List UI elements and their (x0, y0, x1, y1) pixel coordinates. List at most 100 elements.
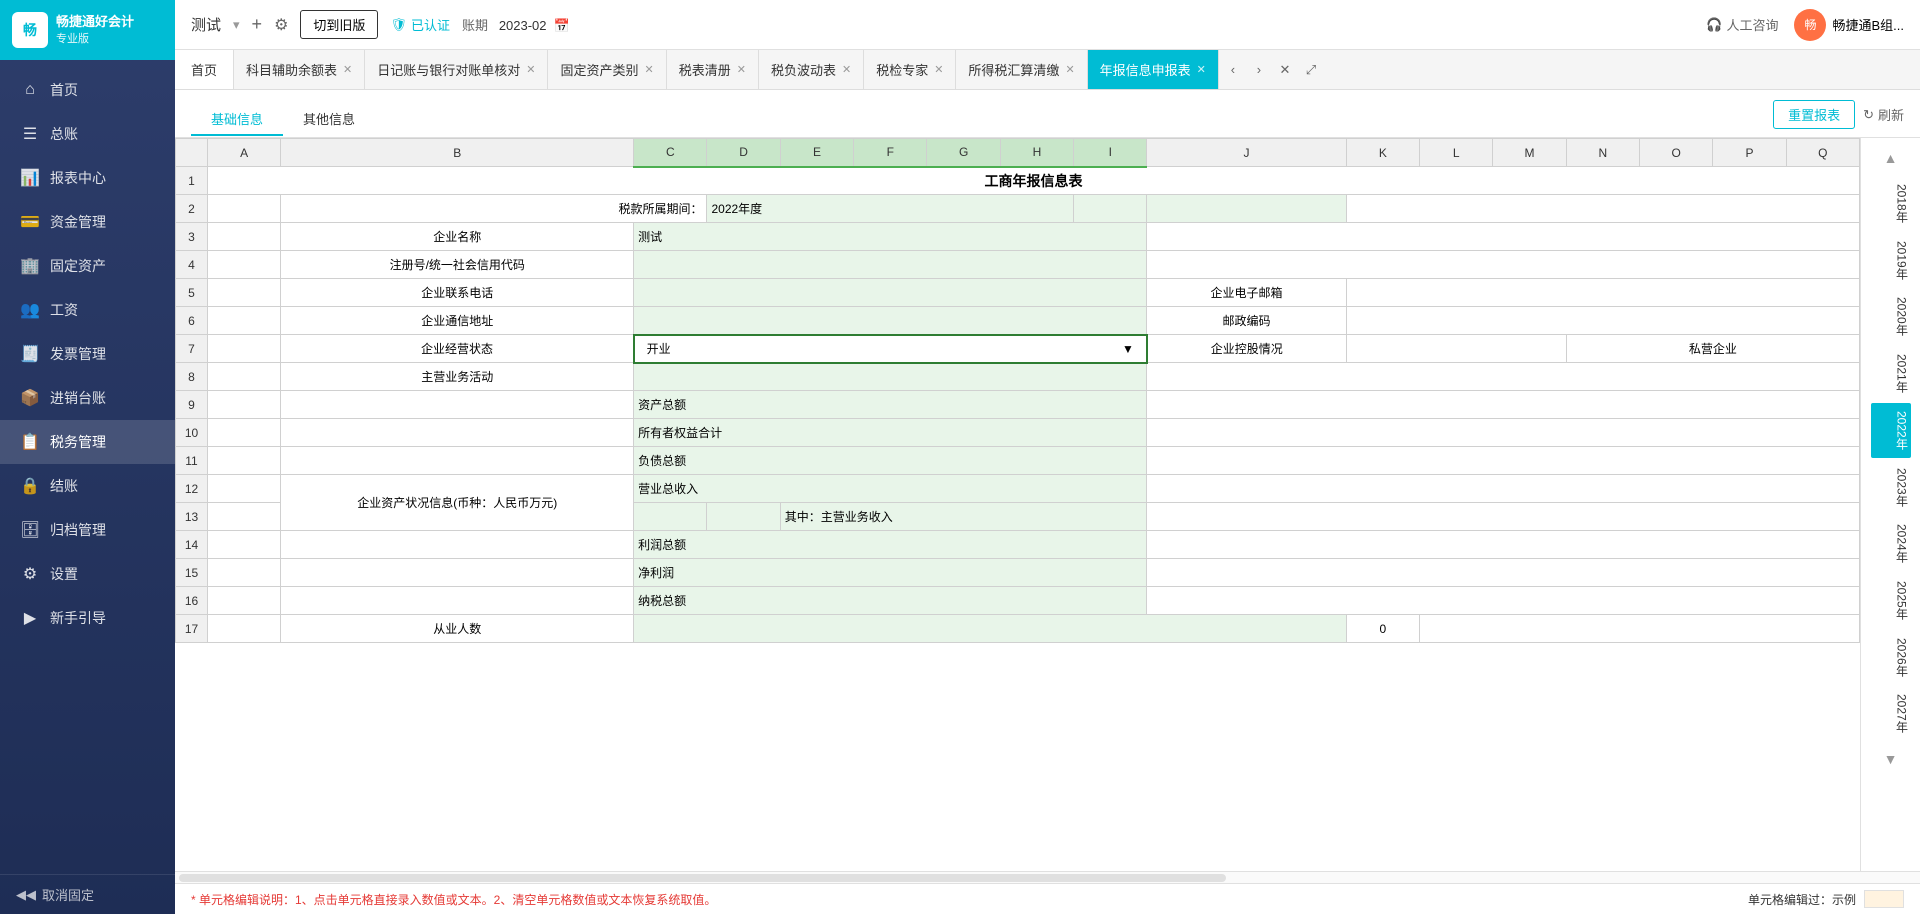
cell-17-C[interactable] (634, 615, 1347, 643)
cell-7-B: 企业经营状态 (281, 335, 634, 363)
subtab-other[interactable]: 其他信息 (283, 103, 375, 136)
year-item-2024年[interactable]: 2024年 (1871, 516, 1911, 571)
sidebar-item-new-guide[interactable]: ▶新手引导 (0, 596, 175, 640)
tab-label: 科目辅助余额表 (246, 60, 337, 79)
cell-7-J: 企业控股情况 (1147, 335, 1346, 363)
subtab-basic[interactable]: 基础信息 (191, 103, 283, 136)
sidebar-item-purchase-sales[interactable]: 📦进销台账 (0, 376, 175, 420)
tab-income-tax[interactable]: 所得税汇算清缴✕ (956, 50, 1087, 89)
cell-12-J[interactable] (1147, 475, 1860, 503)
cell-5-K[interactable] (1346, 279, 1859, 307)
horizontal-scroll[interactable] (175, 871, 1920, 883)
settings-icon[interactable]: ⚙ (274, 15, 288, 35)
workspace-chevron-icon[interactable]: ▾ (233, 17, 240, 33)
sidebar-item-archive[interactable]: 🗄归档管理 (0, 508, 175, 552)
cell-7-K[interactable] (1346, 335, 1566, 363)
cell-9-C[interactable]: 资产总额 (634, 391, 1147, 419)
sidebar-item-report-center[interactable]: 📊报表中心 (0, 156, 175, 200)
year-item-2018年[interactable]: 2018年 (1871, 176, 1911, 231)
tab-close-all-button[interactable]: ✕ (1273, 58, 1297, 82)
tab-label: 税负波动表 (771, 60, 836, 79)
year-item-2020年[interactable]: 2020年 (1871, 289, 1911, 344)
tab-expand-button[interactable]: ⤢ (1299, 58, 1323, 82)
user-menu[interactable]: 畅 畅捷通B组... (1794, 9, 1904, 41)
tab-fixed-assets-type[interactable]: 固定资产类别✕ (548, 50, 666, 89)
sidebar-unpin-button[interactable]: ◀◀ 取消固定 (0, 874, 175, 914)
cell-11-J[interactable] (1147, 447, 1860, 475)
year-up-button[interactable]: ▲ (1875, 142, 1907, 174)
sidebar-item-fixed-assets[interactable]: 🏢固定资产 (0, 244, 175, 288)
cell-6-K[interactable] (1346, 307, 1859, 335)
cell-4-C[interactable] (634, 251, 1147, 279)
sidebar-item-general-ledger[interactable]: ☰总账 (0, 112, 175, 156)
tab-tax-expert[interactable]: 税检专家✕ (864, 50, 956, 89)
tab-annual-report[interactable]: 年报信息申报表✕ (1088, 50, 1219, 89)
content-area: 基础信息其他信息 重置报表 ↻ 刷新 ABCDEFGHIJKLMNOPQ (175, 90, 1920, 914)
cell-16-J[interactable] (1147, 587, 1860, 615)
cell-13-J[interactable] (1147, 503, 1860, 531)
cell-7-N[interactable]: 私营企业 (1566, 335, 1859, 363)
year-down-button[interactable]: ▼ (1875, 743, 1907, 775)
cell-8-C[interactable] (634, 363, 1147, 391)
sidebar-item-invoice-management[interactable]: 🧾发票管理 (0, 332, 175, 376)
cell-16-C[interactable]: 纳税总额 (634, 587, 1147, 615)
tab-home[interactable]: 首页 (175, 50, 234, 89)
sidebar-item-home[interactable]: ⌂首页 (0, 68, 175, 112)
sidebar-item-fund-management[interactable]: 💳资金管理 (0, 200, 175, 244)
tab-next-button[interactable]: › (1247, 58, 1271, 82)
cell-10-J[interactable] (1147, 419, 1860, 447)
year-item-2027年[interactable]: 2027年 (1871, 686, 1911, 741)
year-item-2022年[interactable]: 2022年 (1871, 403, 1911, 458)
cell-9-J[interactable] (1147, 391, 1860, 419)
tab-close-icon[interactable]: ✕ (526, 63, 535, 76)
tab-close-icon[interactable]: ✕ (1197, 63, 1206, 76)
year-item-2019年[interactable]: 2019年 (1871, 233, 1911, 288)
cell-3-C[interactable]: 测试 (634, 223, 1147, 251)
sidebar-item-settings[interactable]: ⚙设置 (0, 552, 175, 596)
refresh-icon: ↻ (1863, 107, 1874, 123)
sidebar-item-tax-management[interactable]: 📋税务管理 (0, 420, 175, 464)
tab-close-icon[interactable]: ✕ (737, 63, 746, 76)
tab-journal[interactable]: 日记账与银行对账单核对✕ (365, 50, 548, 89)
row-header-8: 8 (176, 363, 208, 391)
col-header-J: J (1147, 139, 1346, 167)
spreadsheet-container[interactable]: ABCDEFGHIJKLMNOPQ 1工商年报信息表2税款所属期间：2022年度… (175, 138, 1860, 871)
cell-2-C[interactable]: 2022年度 (707, 195, 1074, 223)
row-header-1: 1 (176, 167, 208, 195)
tab-prev-button[interactable]: ‹ (1221, 58, 1245, 82)
cell-10-C[interactable]: 所有者权益合计 (634, 419, 1147, 447)
sidebar-item-closing[interactable]: 🔒结账 (0, 464, 175, 508)
tab-close-icon[interactable]: ✕ (343, 63, 352, 76)
year-item-2023年[interactable]: 2023年 (1871, 460, 1911, 515)
statusbar-right: 单元格编辑过：示例 (1748, 890, 1904, 908)
cell-14-J[interactable] (1147, 531, 1860, 559)
tab-auxiliary[interactable]: 科目辅助余额表 ✕ (234, 50, 365, 89)
sidebar-item-payroll[interactable]: 👥工资 (0, 288, 175, 332)
cell-8-B: 主营业务活动 (281, 363, 634, 391)
cell-15-J[interactable] (1147, 559, 1860, 587)
tab-tax-return[interactable]: 税表清册✕ (667, 50, 759, 89)
cell-15-C[interactable]: 净利润 (634, 559, 1147, 587)
cell-12-A (208, 475, 281, 503)
year-item-2021年[interactable]: 2021年 (1871, 346, 1911, 401)
add-workspace-button[interactable]: + (252, 14, 263, 35)
switch-old-version-button[interactable]: 切到旧版 (300, 10, 378, 39)
tab-close-icon[interactable]: ✕ (934, 63, 943, 76)
cell-12-C[interactable]: 营业总收入 (634, 475, 1147, 503)
consult-button[interactable]: 🎧 人工咨询 (1706, 15, 1778, 34)
cell-6-A (208, 307, 281, 335)
reset-report-button[interactable]: 重置报表 (1773, 100, 1855, 129)
tab-close-icon[interactable]: ✕ (645, 63, 654, 76)
tab-tax-fluctuation[interactable]: 税负波动表 ✕ (759, 50, 864, 89)
tab-close-icon[interactable]: ✕ (1065, 63, 1074, 76)
cell-14-C[interactable]: 利润总额 (634, 531, 1147, 559)
refresh-button[interactable]: ↻ 刷新 (1863, 100, 1904, 129)
year-item-2026年[interactable]: 2026年 (1871, 630, 1911, 685)
cell-11-C[interactable]: 负债总额 (634, 447, 1147, 475)
tab-close-icon[interactable]: ✕ (842, 63, 851, 76)
cell-13-E[interactable]: 其中：主营业务收入 (780, 503, 1147, 531)
cell-7-C-dropdown[interactable]: 开业▼ (634, 335, 1147, 363)
cell-5-C[interactable] (634, 279, 1147, 307)
cell-6-C[interactable] (634, 307, 1147, 335)
year-item-2025年[interactable]: 2025年 (1871, 573, 1911, 628)
